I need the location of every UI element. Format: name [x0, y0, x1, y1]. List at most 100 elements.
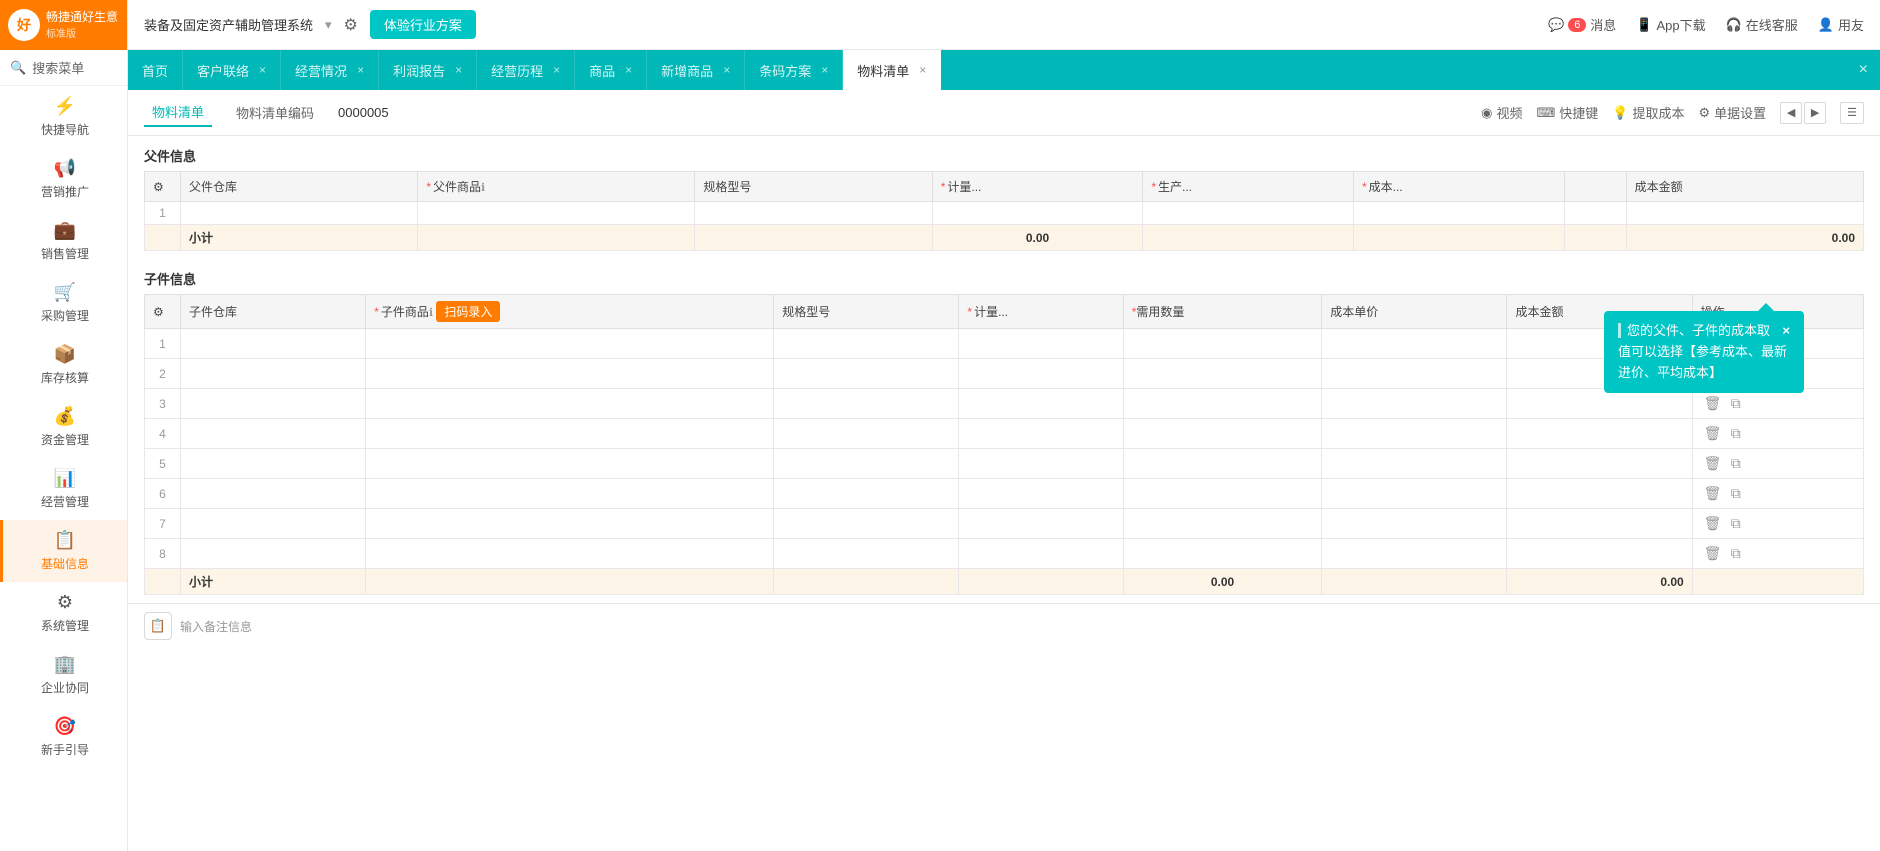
tab-home[interactable]: 首页 [128, 50, 183, 90]
dropdown-arrow[interactable]: ▾ [325, 17, 332, 33]
parent-row-1-spec[interactable] [695, 202, 932, 225]
child-row-6-delete-btn[interactable]: 🗑 [1701, 483, 1725, 504]
child-row-6-warehouse[interactable] [181, 479, 366, 509]
close-profit-tab[interactable]: × [455, 63, 462, 77]
child-row-4-unit-price[interactable] [1322, 419, 1507, 449]
sidebar-item-quick-nav[interactable]: ⚡ 快捷导航 [0, 86, 127, 148]
child-row-8-unit-price[interactable] [1322, 539, 1507, 569]
close-customer-tab[interactable]: × [259, 63, 266, 77]
close-history-tab[interactable]: × [553, 63, 560, 77]
sidebar-item-marketing[interactable]: 📢 营销推广 [0, 148, 127, 210]
message-item[interactable]: 💬 6 消息 [1548, 15, 1616, 34]
sidebar-item-guide[interactable]: 🎯 新手引导 [0, 706, 127, 768]
child-row-5-spec[interactable] [774, 449, 959, 479]
child-row-5-copy-btn[interactable]: ⧉ [1728, 453, 1744, 474]
close-operations-tab[interactable]: × [357, 63, 364, 77]
close-new-product-tab[interactable]: × [723, 63, 730, 77]
child-row-5-unit[interactable] [959, 449, 1123, 479]
child-row-1-warehouse[interactable] [181, 329, 366, 359]
child-row-8-product[interactable] [366, 539, 774, 569]
child-row-2-qty[interactable] [1123, 359, 1322, 389]
sidebar-item-operations[interactable]: 📊 经营管理 [0, 458, 127, 520]
child-row-3-delete-btn[interactable]: 🗑 [1701, 393, 1725, 414]
trial-button[interactable]: 体验行业方案 [370, 10, 476, 39]
child-row-7-unit-price[interactable] [1322, 509, 1507, 539]
tab-products[interactable]: 商品× [575, 50, 647, 90]
tab-barcode[interactable]: 条码方案× [745, 50, 843, 90]
user-item[interactable]: 👤 用友 [1818, 15, 1864, 34]
sub-tab-bom-list[interactable]: 物料清单 [144, 98, 212, 127]
child-row-8-spec[interactable] [774, 539, 959, 569]
child-row-8-copy-btn[interactable]: ⧉ [1728, 543, 1744, 564]
child-row-3-warehouse[interactable] [181, 389, 366, 419]
child-row-8-delete-btn[interactable]: 🗑 [1701, 543, 1725, 564]
sidebar-item-purchase[interactable]: 🛒 采购管理 [0, 272, 127, 334]
child-row-3-spec[interactable] [774, 389, 959, 419]
child-row-8-warehouse[interactable] [181, 539, 366, 569]
child-row-1-product[interactable] [366, 329, 774, 359]
single-settings-item[interactable]: ⚙ 单据设置 [1698, 103, 1766, 122]
child-row-4-qty[interactable] [1123, 419, 1322, 449]
tab-bom[interactable]: 物料清单× [843, 50, 941, 90]
close-barcode-tab[interactable]: × [821, 63, 828, 77]
close-bom-tab[interactable]: × [919, 63, 926, 77]
child-row-1-qty[interactable] [1123, 329, 1322, 359]
child-row-6-product[interactable] [366, 479, 774, 509]
tabs-close-all[interactable]: × [1847, 61, 1880, 79]
sidebar-item-sales[interactable]: 💼 销售管理 [0, 210, 127, 272]
child-row-8-unit[interactable] [959, 539, 1123, 569]
child-row-8-qty[interactable] [1123, 539, 1322, 569]
close-products-tab[interactable]: × [625, 63, 632, 77]
child-row-1-unit[interactable] [959, 329, 1123, 359]
child-row-3-qty[interactable] [1123, 389, 1322, 419]
video-item[interactable]: ◉ 视频 [1481, 103, 1522, 122]
child-row-2-spec[interactable] [774, 359, 959, 389]
child-row-7-spec[interactable] [774, 509, 959, 539]
tab-profit[interactable]: 利润报告× [379, 50, 477, 90]
sidebar-search[interactable]: 🔍 搜索菜单 [0, 50, 127, 86]
child-row-3-unit-price[interactable] [1322, 389, 1507, 419]
child-row-3-product[interactable] [366, 389, 774, 419]
child-row-6-qty[interactable] [1123, 479, 1322, 509]
child-row-4-spec[interactable] [774, 419, 959, 449]
child-row-6-unit-price[interactable] [1322, 479, 1507, 509]
sidebar-item-finance[interactable]: 💰 资金管理 [0, 396, 127, 458]
child-row-1-unit-price[interactable] [1322, 329, 1507, 359]
child-row-7-warehouse[interactable] [181, 509, 366, 539]
child-row-4-unit[interactable] [959, 419, 1123, 449]
parent-row-1-unit[interactable] [932, 202, 1143, 225]
parent-col-settings[interactable]: ⚙ [145, 172, 181, 202]
next-page-btn[interactable]: ▶ [1804, 102, 1826, 124]
child-row-5-warehouse[interactable] [181, 449, 366, 479]
child-row-2-unit[interactable] [959, 359, 1123, 389]
child-row-2-warehouse[interactable] [181, 359, 366, 389]
child-row-7-delete-btn[interactable]: 🗑 [1701, 513, 1725, 534]
prev-page-btn[interactable]: ◀ [1780, 102, 1802, 124]
child-row-3-copy-btn[interactable]: ⧉ [1728, 393, 1744, 414]
parent-row-1-cost[interactable] [1353, 202, 1564, 225]
sidebar-item-system[interactable]: ⚙ 系统管理 [0, 582, 127, 644]
child-row-6-unit[interactable] [959, 479, 1123, 509]
child-row-7-product[interactable] [366, 509, 774, 539]
child-row-4-product[interactable] [366, 419, 774, 449]
tooltip-close-btn[interactable]: × [1782, 321, 1790, 342]
tab-operations-status[interactable]: 经营情况× [281, 50, 379, 90]
child-row-4-delete-btn[interactable]: 🗑 [1701, 423, 1725, 444]
sidebar-item-inventory[interactable]: 📦 库存核算 [0, 334, 127, 396]
child-row-7-qty[interactable] [1123, 509, 1322, 539]
child-row-7-copy-btn[interactable]: ⧉ [1728, 513, 1744, 534]
child-row-5-product[interactable] [366, 449, 774, 479]
child-col-settings[interactable]: ⚙ [145, 295, 181, 329]
app-download-item[interactable]: 📱 App下载 [1636, 15, 1705, 34]
shortcut-item[interactable]: ⌨ 快捷键 [1536, 103, 1598, 122]
parent-row-1-production[interactable] [1143, 202, 1354, 225]
child-row-4-copy-btn[interactable]: ⧉ [1728, 423, 1744, 444]
child-row-6-spec[interactable] [774, 479, 959, 509]
menu-btn[interactable]: ☰ [1840, 102, 1864, 124]
extract-cost-item[interactable]: 💡 提取成本 [1612, 103, 1684, 122]
child-row-2-product[interactable] [366, 359, 774, 389]
sidebar-item-basic-info[interactable]: 📋 基础信息 [0, 520, 127, 582]
child-row-1-spec[interactable] [774, 329, 959, 359]
child-row-5-unit-price[interactable] [1322, 449, 1507, 479]
bottom-doc-icon[interactable]: 📋 [144, 612, 172, 640]
